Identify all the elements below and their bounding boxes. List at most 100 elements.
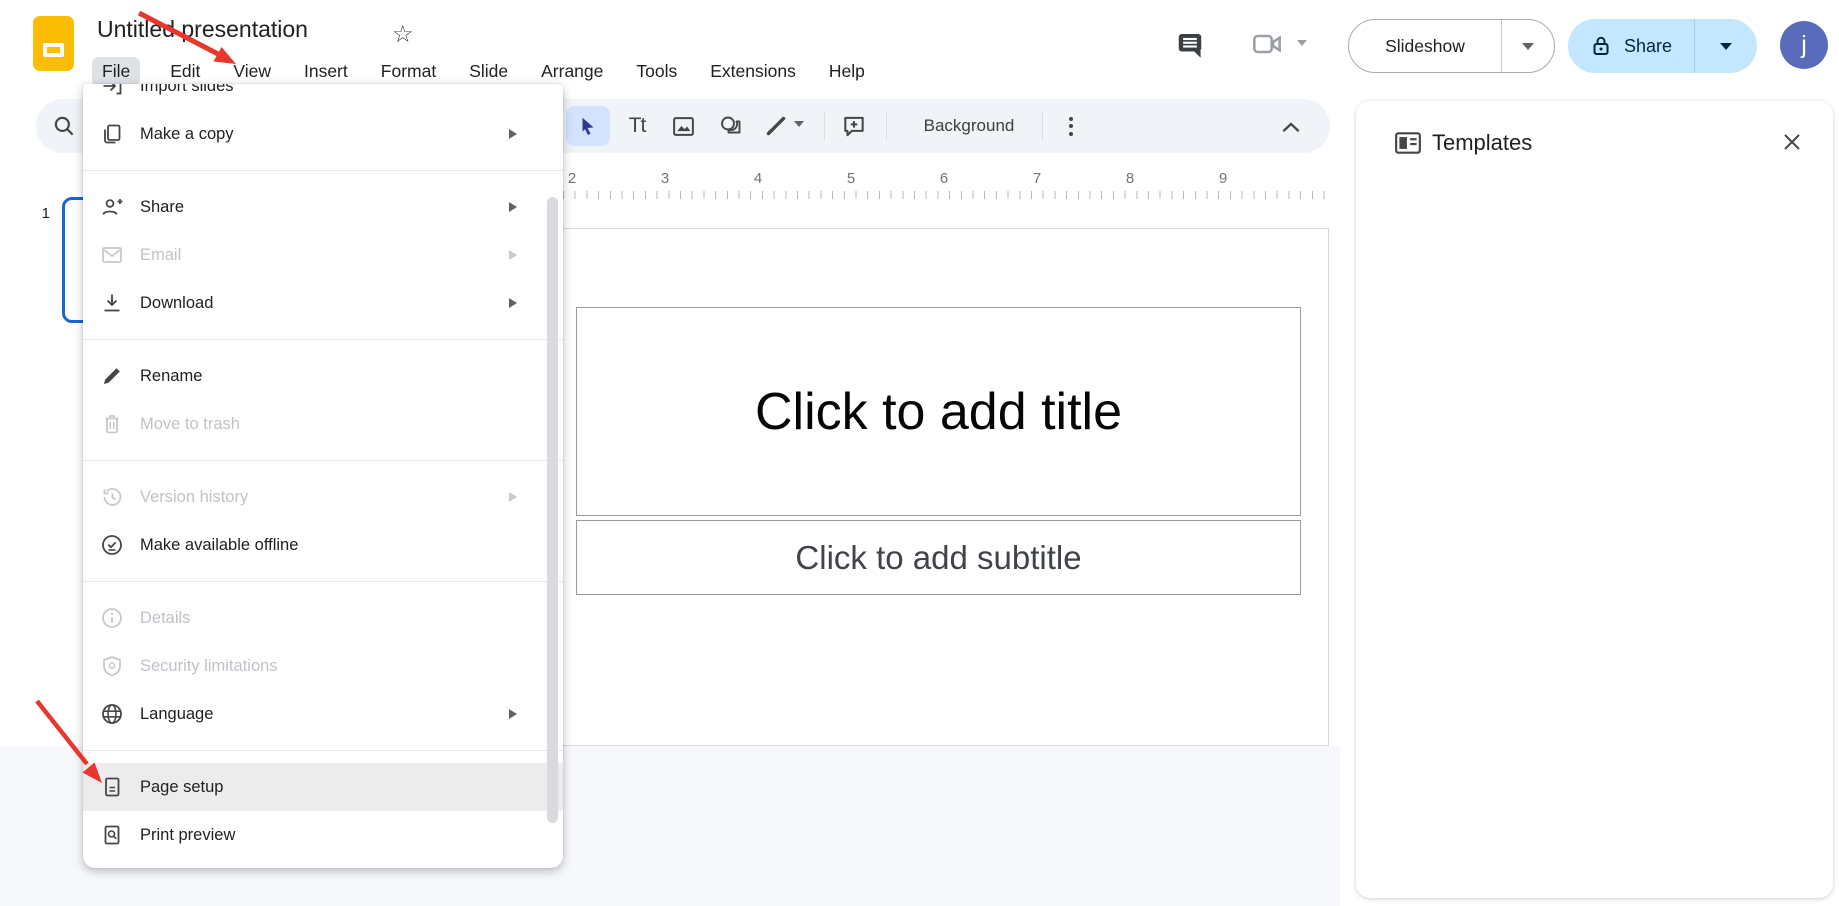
- cursor-icon: [582, 117, 594, 135]
- menu-item-import-slides[interactable]: Import slides: [83, 84, 563, 110]
- import-slides-icon: [103, 84, 122, 95]
- shield-icon: [103, 656, 121, 677]
- text-tool-icon: Tt: [628, 114, 647, 137]
- meet-video-icon[interactable]: [1250, 28, 1284, 60]
- menu-scrollbar[interactable]: [547, 197, 558, 823]
- ruler: [563, 191, 1330, 199]
- history-icon: [103, 488, 122, 506]
- info-icon: [102, 608, 122, 628]
- submenu-arrow-icon: [509, 298, 517, 308]
- subtitle-placeholder[interactable]: Click to add subtitle: [576, 520, 1301, 595]
- menu-separator: [83, 750, 563, 751]
- slide-canvas[interactable]: Click to add title Click to add subtitle: [541, 228, 1329, 746]
- collapse-toolbar-button[interactable]: [1276, 116, 1306, 138]
- menu-item-page-setup[interactable]: Page setup: [83, 763, 563, 811]
- menu-separator: [83, 581, 563, 582]
- templates-panel: Templates: [1356, 101, 1833, 898]
- lock-icon: [1590, 34, 1612, 58]
- menu-separator: [83, 339, 563, 340]
- toolbar-overflow-button[interactable]: [1058, 112, 1084, 140]
- menu-item-rename[interactable]: Rename: [83, 352, 563, 400]
- print-preview-icon: [104, 825, 120, 845]
- toolbar-separator: [824, 112, 825, 140]
- shape-icon: [721, 116, 741, 133]
- menu-insert[interactable]: Insert: [301, 57, 351, 86]
- menu-item-security-limitations[interactable]: Security limitations: [83, 642, 563, 690]
- offline-check-icon: [102, 535, 122, 555]
- templates-panel-title: Templates: [1432, 130, 1533, 155]
- submenu-arrow-icon: [509, 492, 517, 502]
- ruler-number: 3: [660, 170, 670, 187]
- menu-item-email[interactable]: Email: [83, 231, 563, 279]
- menu-extensions[interactable]: Extensions: [707, 57, 799, 86]
- menu-item-language[interactable]: Language: [83, 690, 563, 738]
- select-tool-button[interactable]: [566, 106, 610, 146]
- insert-image-button[interactable]: [668, 113, 698, 139]
- textbox-tool-button[interactable]: Tt: [620, 112, 654, 140]
- menu-view[interactable]: View: [230, 57, 274, 86]
- comments-icon[interactable]: [1172, 26, 1208, 62]
- menu-tools[interactable]: Tools: [633, 57, 680, 86]
- menu-item-share[interactable]: Share: [83, 183, 563, 231]
- slideshow-button[interactable]: Slideshow: [1349, 36, 1501, 57]
- background-button[interactable]: Background: [908, 99, 1030, 153]
- menu-item-version-history[interactable]: Version history: [83, 473, 563, 521]
- share-button-group: Share: [1568, 19, 1757, 73]
- insert-shape-button[interactable]: [716, 112, 746, 140]
- ruler-number: 6: [939, 170, 949, 187]
- avatar[interactable]: j: [1780, 21, 1828, 69]
- title-placeholder[interactable]: Click to add title: [576, 307, 1301, 516]
- toolbar-separator: [1042, 112, 1043, 140]
- menu-separator: [83, 460, 563, 461]
- globe-icon: [102, 704, 122, 724]
- slideshow-dropdown-button[interactable]: [1501, 20, 1554, 72]
- line-icon: [766, 116, 786, 136]
- page-setup-icon: [105, 777, 120, 797]
- menu-help[interactable]: Help: [826, 57, 868, 86]
- menu-item-download[interactable]: Download: [83, 279, 563, 327]
- person-add-icon: [102, 199, 123, 215]
- menu-item-make-available-offline[interactable]: Make available offline: [83, 521, 563, 569]
- close-icon[interactable]: [1779, 129, 1805, 155]
- email-icon: [102, 247, 122, 263]
- ruler-number: 2: [567, 170, 577, 187]
- meet-caret-icon[interactable]: [1297, 40, 1307, 46]
- menu-item-details[interactable]: Details: [83, 594, 563, 642]
- pencil-icon: [104, 368, 120, 384]
- submenu-arrow-icon: [509, 129, 517, 139]
- slideshow-button-group: Slideshow: [1348, 19, 1555, 73]
- document-title[interactable]: Untitled presentation: [97, 16, 308, 43]
- more-options-icon: [1069, 116, 1073, 136]
- menu-edit[interactable]: Edit: [167, 57, 203, 86]
- image-icon: [672, 116, 694, 136]
- menubar: File Edit View Insert Format Slide Arran…: [92, 55, 868, 87]
- menu-arrange[interactable]: Arrange: [538, 57, 606, 86]
- file-menu-dropdown: Import slides Make a copy Share Email Do…: [83, 84, 563, 868]
- menu-item-move-to-trash[interactable]: Move to trash: [83, 400, 563, 448]
- toolbar-separator: [886, 112, 887, 140]
- slides-logo-icon[interactable]: [33, 16, 74, 71]
- insert-line-button[interactable]: [762, 112, 790, 140]
- add-comment-button[interactable]: [838, 112, 870, 140]
- star-icon[interactable]: ☆: [392, 20, 414, 49]
- templates-icon: [1394, 130, 1422, 156]
- submenu-arrow-icon: [509, 202, 517, 212]
- download-icon: [104, 294, 120, 312]
- submenu-arrow-icon: [509, 709, 517, 719]
- submenu-arrow-icon: [509, 250, 517, 260]
- line-caret-icon[interactable]: [794, 121, 804, 127]
- ruler-number: 4: [753, 170, 763, 187]
- share-button[interactable]: Share: [1624, 36, 1672, 57]
- chevron-up-icon: [1282, 122, 1300, 132]
- share-dropdown-button[interactable]: [1695, 42, 1757, 50]
- menu-file[interactable]: File: [92, 56, 141, 86]
- slide-thumbnail-number: 1: [41, 205, 50, 222]
- trash-icon: [105, 415, 119, 434]
- menu-item-make-a-copy[interactable]: Make a copy: [83, 110, 563, 158]
- menu-format[interactable]: Format: [378, 57, 439, 86]
- ruler-number: 8: [1125, 170, 1135, 187]
- menu-item-print-preview[interactable]: Print preview: [83, 811, 563, 859]
- search-icon[interactable]: [50, 112, 78, 140]
- menu-slide[interactable]: Slide: [466, 57, 511, 86]
- menu-separator: [83, 170, 563, 171]
